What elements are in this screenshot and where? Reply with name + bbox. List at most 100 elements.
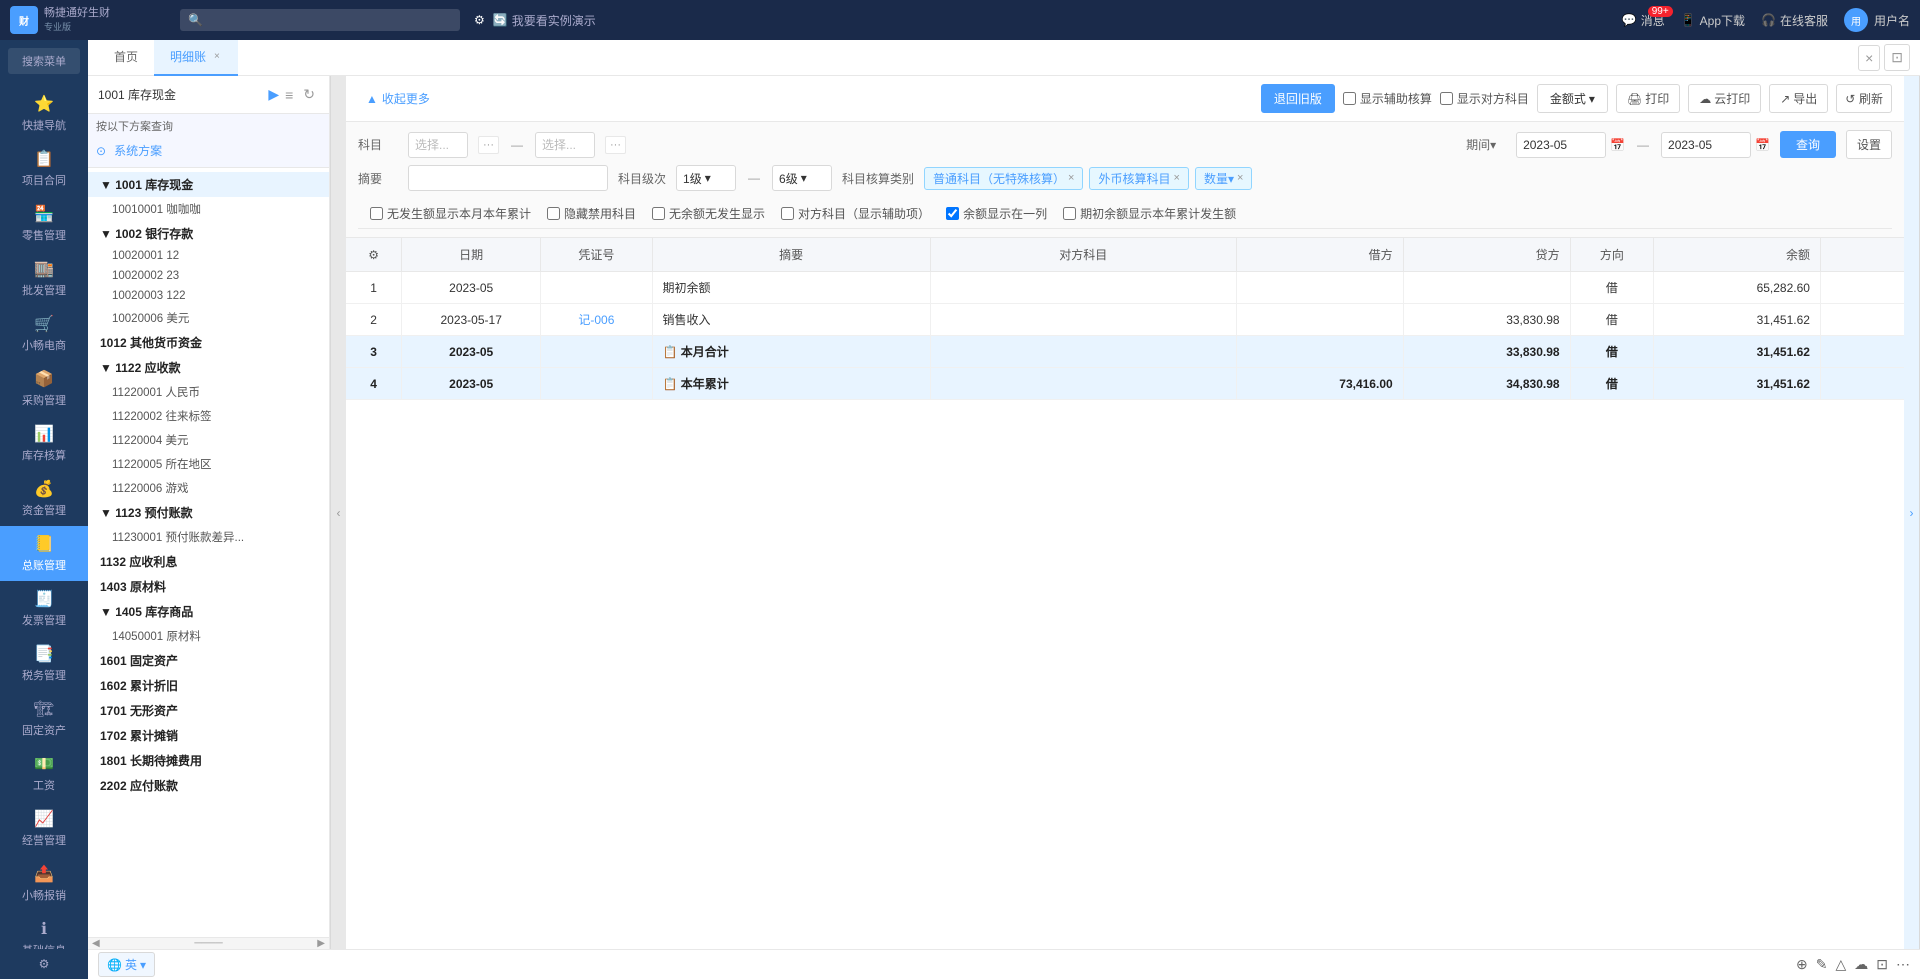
lang-btn[interactable]: 🌐 英 ▾ (98, 952, 155, 977)
tree-item-1132[interactable]: 1132 应收利息 (88, 549, 329, 574)
expand-more-btn[interactable]: ▲ 收起更多 (358, 85, 438, 112)
online-service-btn[interactable]: 🎧 在线客服 (1761, 12, 1828, 29)
check-balance-one-col[interactable]: 余额显示在一列 (946, 205, 1047, 222)
check-contra-input[interactable] (781, 207, 794, 220)
scheme-name-btn[interactable]: 系统方案 (110, 138, 166, 163)
tree-item-10020006[interactable]: 10020006 美元 (88, 306, 329, 330)
list-view-btn[interactable]: ≡ (281, 85, 297, 105)
print-btn[interactable]: 🖨 打印 (1616, 84, 1680, 113)
tree-item-10020001[interactable]: 10020001 12 (88, 246, 329, 266)
tree-item-1122[interactable]: ▼ 1122 应收款 (88, 355, 329, 380)
show-contra-checkbox[interactable]: 显示对方科目 (1440, 90, 1529, 107)
tree-item-1403[interactable]: 1403 原材料 (88, 574, 329, 599)
tree-item-14050001[interactable]: 14050001 原材料 (88, 624, 329, 648)
status-icon-3[interactable]: △ (1835, 956, 1846, 973)
tree-item-1601[interactable]: 1601 固定资产 (88, 648, 329, 673)
sidebar-item-mini-ecommerce[interactable]: 🛒 小畅电商 (0, 306, 88, 361)
sidebar-item-invoice[interactable]: 🧾 发票管理 (0, 581, 88, 636)
subject-to-select[interactable]: 选择... (535, 132, 595, 158)
sidebar-item-ops[interactable]: 📈 经营管理 (0, 801, 88, 856)
messages-btn[interactable]: 💬 消息 99+ (1622, 12, 1665, 29)
level-to-select[interactable]: 6级 ▾ (772, 165, 832, 191)
tree-item-11220001[interactable]: 11220001 人民币 (88, 380, 329, 404)
sidebar-item-tax[interactable]: 📑 税务管理 (0, 636, 88, 691)
summary-input[interactable] (408, 165, 608, 191)
demo-button[interactable]: 🔄 我要看实例演示 (493, 12, 596, 29)
show-contra-input[interactable] (1440, 92, 1453, 105)
sidebar-item-payroll[interactable]: 💵 工资 (0, 746, 88, 801)
tree-item-11230001[interactable]: 11230001 预付账款差异... (88, 525, 329, 549)
subject-to-ellipsis-btn[interactable]: ··· (605, 136, 626, 154)
sidebar-item-inventory[interactable]: 📊 库存核算 (0, 416, 88, 471)
user-area[interactable]: 用 用户名 (1844, 8, 1910, 32)
side-collapse-btn[interactable]: ‹ (330, 76, 346, 949)
show-aux-checkbox[interactable]: 显示辅助核算 (1343, 90, 1432, 107)
sidebar-item-project-contract[interactable]: 📋 项目合同 (0, 141, 88, 196)
tree-item-11220005[interactable]: 11220005 所在地区 (88, 452, 329, 476)
export-btn[interactable]: ↗ 导出 (1769, 84, 1828, 113)
refresh-btn[interactable]: ↺ 刷新 (1836, 84, 1892, 113)
scroll-right-btn[interactable]: ▶ (317, 938, 325, 949)
period-label-text[interactable]: 期间▾ (1466, 138, 1496, 152)
tree-item-11220006[interactable]: 11220006 游戏 (88, 476, 329, 500)
tree-item-1701[interactable]: 1701 无形资产 (88, 698, 329, 723)
sidebar-item-basic-info[interactable]: ℹ 基础信息 (0, 911, 88, 949)
tree-item-1012[interactable]: 1012 其他货币资金 (88, 330, 329, 355)
tree-item-1002[interactable]: ▼ 1002 银行存款 (88, 221, 329, 246)
amount-style-btn[interactable]: 金额式 ▾ (1537, 84, 1608, 113)
check-opening-ytd-input[interactable] (1063, 207, 1076, 220)
sidebar-item-retail[interactable]: 🏪 零售管理 (0, 196, 88, 251)
tab-close-btn[interactable]: × (212, 50, 222, 63)
check-opening-ytd[interactable]: 期初余额显示本年累计发生额 (1063, 205, 1236, 222)
settings-gear[interactable]: ⚙ (474, 13, 485, 27)
cell-voucher[interactable]: 记-006 (541, 304, 652, 336)
tree-item-2202[interactable]: 2202 应付账款 (88, 773, 329, 798)
right-side-expand-btn[interactable]: › (1904, 76, 1920, 949)
tree-item-11220002[interactable]: 11220002 往来标签 (88, 404, 329, 428)
tree-item-1123[interactable]: ▼ 1123 预付账款 (88, 500, 329, 525)
tree-item-1405[interactable]: ▼ 1405 库存商品 (88, 599, 329, 624)
global-search[interactable]: 🔍 (180, 9, 460, 31)
period-to-input[interactable] (1661, 132, 1751, 158)
tag3-close-btn[interactable]: × (1237, 172, 1243, 184)
check-hide-disabled[interactable]: 隐藏禁用科目 (547, 205, 636, 222)
back-old-btn[interactable]: 退回旧版 (1261, 84, 1335, 113)
check-balance-one-input[interactable] (946, 207, 959, 220)
status-icon-6[interactable]: ⋯ (1896, 956, 1910, 973)
tree-item-1001[interactable]: ▼ 1001 库存现金 (88, 172, 329, 197)
refresh-list-btn[interactable]: ↻ (299, 84, 319, 105)
cal-icon-from[interactable]: 📅 (1610, 138, 1625, 152)
check-no-balance[interactable]: 无发生额显示本月本年累计 (370, 205, 531, 222)
tree-item-10020002[interactable]: 10020002 23 (88, 266, 329, 286)
tree-item-10020003[interactable]: 10020003 122 (88, 286, 329, 306)
panel-maximize-btn[interactable]: ⊡ (1884, 44, 1910, 71)
sidebar-settings-btn[interactable]: ⚙ (0, 949, 88, 979)
filter-settings-btn[interactable]: 设置 (1846, 130, 1892, 159)
subject-from-select[interactable]: 选择... (408, 132, 468, 158)
breadcrumb-nav-btn[interactable]: ▶ (268, 86, 279, 103)
tag1-close-btn[interactable]: × (1068, 172, 1074, 184)
period-from-input[interactable] (1516, 132, 1606, 158)
check-contra-subject[interactable]: 对方科目（显示辅助项） (781, 205, 930, 222)
filter-tag-quantity[interactable]: 数量▾ × (1195, 167, 1252, 190)
sidebar-item-mini-sales[interactable]: 📤 小畅报销 (0, 856, 88, 911)
table-settings-icon[interactable]: ⚙ (368, 248, 379, 262)
query-btn[interactable]: 查询 (1780, 131, 1836, 158)
sidebar-item-quick-nav[interactable]: ⭐ 快捷导航 (0, 86, 88, 141)
check-no-occurrence[interactable]: 无余额无发生显示 (652, 205, 765, 222)
check-hide-disabled-input[interactable] (547, 207, 560, 220)
sidebar-item-fixed-assets[interactable]: 🏗 固定资产 (0, 691, 88, 746)
status-icon-2[interactable]: ✎ (1816, 956, 1828, 973)
check-no-balance-input[interactable] (370, 207, 383, 220)
tree-item-10010001[interactable]: 10010001 咖咖咖 (88, 197, 329, 221)
status-icon-4[interactable]: ☁ (1854, 956, 1868, 973)
sidebar-item-capital[interactable]: 💰 资金管理 (0, 471, 88, 526)
show-aux-input[interactable] (1343, 92, 1356, 105)
tree-item-1801[interactable]: 1801 长期待摊费用 (88, 748, 329, 773)
panel-close-btn[interactable]: × (1858, 45, 1880, 71)
cal-icon-to[interactable]: 📅 (1755, 138, 1770, 152)
th-settings[interactable]: ⚙ (346, 238, 402, 272)
app-download-btn[interactable]: 📱 App下载 (1681, 12, 1745, 29)
status-icon-1[interactable]: ⊕ (1796, 956, 1808, 973)
sidebar-item-wholesale[interactable]: 🏬 批发管理 (0, 251, 88, 306)
